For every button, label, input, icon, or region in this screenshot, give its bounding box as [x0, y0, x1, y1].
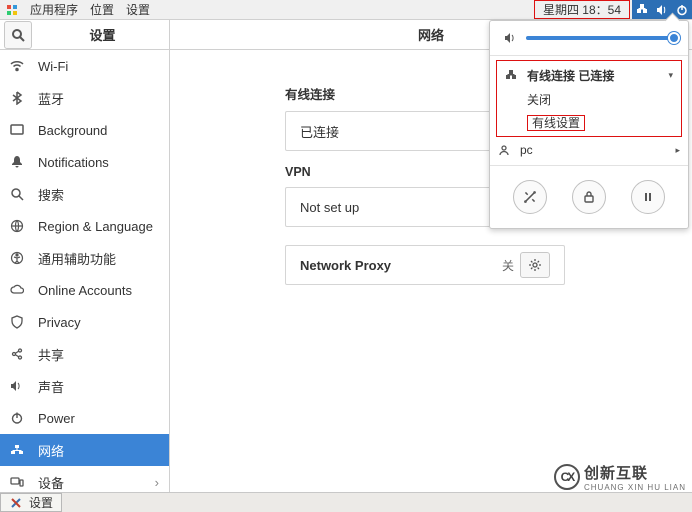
sidebar-item-sharing[interactable]: 共享	[0, 338, 169, 370]
wired-status-text: 已连接	[300, 122, 339, 141]
sidebar-item-label: 网络	[38, 441, 64, 460]
chevron-down-icon: ▾	[668, 70, 673, 81]
system-tray[interactable]	[632, 0, 692, 19]
share-icon	[10, 347, 26, 361]
activities-icon	[4, 2, 20, 18]
taskbar-item-label: 设置	[29, 494, 53, 511]
chevron-right-icon: ▸	[675, 145, 680, 156]
sidebar-item-background[interactable]: Background	[0, 114, 169, 146]
network-proxy-row[interactable]: Network Proxy 关	[285, 245, 565, 285]
user-icon	[498, 144, 512, 156]
globe-icon	[10, 219, 26, 233]
power-action-button[interactable]	[631, 180, 665, 214]
watermark-sub: CHUANG XIN HU LIAN	[584, 483, 686, 492]
taskbar-item-settings[interactable]: 设置	[0, 493, 62, 512]
sidebar-item-devices[interactable]: 设备 ›	[0, 466, 169, 492]
background-icon	[10, 123, 26, 137]
watermark: CX 创新互联 CHUANG XIN HU LIAN	[554, 462, 686, 492]
devices-icon	[10, 475, 26, 489]
popup-actions	[490, 170, 688, 218]
volume-slider[interactable]	[526, 36, 674, 40]
popup-user-row[interactable]: pc ▸	[490, 139, 688, 161]
sidebar-item-notifications[interactable]: Notifications	[0, 146, 169, 178]
system-menu-popup: 有线连接 已连接 ▾ 关闭 有线设置 pc ▸	[489, 20, 689, 229]
sidebar-item-search[interactable]: 搜索	[0, 178, 169, 210]
sidebar-item-label: Background	[38, 123, 107, 138]
accessibility-icon	[10, 251, 26, 265]
sidebar-item-accessibility[interactable]: 通用辅助功能	[0, 242, 169, 274]
menu-places[interactable]: 位置	[84, 1, 120, 18]
sidebar-item-power[interactable]: Power	[0, 402, 169, 434]
popup-user-name: pc	[520, 143, 533, 157]
sidebar-item-online-accounts[interactable]: Online Accounts	[0, 274, 169, 306]
sidebar-item-label: 共享	[38, 345, 64, 364]
privacy-icon	[10, 315, 26, 329]
bottom-taskbar: 设置	[0, 492, 692, 512]
sidebar-item-label: 声音	[38, 377, 64, 396]
sidebar-item-label: Region & Language	[38, 219, 153, 234]
cloud-icon	[10, 283, 26, 297]
top-panel: 应用程序 位置 设置 星期四 18：54	[0, 0, 692, 20]
settings-sidebar: Wi-Fi 蓝牙 Background Notifications 搜索 Reg…	[0, 50, 170, 492]
watermark-main: 创新互联	[584, 462, 686, 483]
watermark-logo: CX	[554, 464, 580, 490]
power-icon	[10, 411, 26, 425]
sidebar-item-region[interactable]: Region & Language	[0, 210, 169, 242]
proxy-off-label: 关	[502, 257, 514, 274]
sidebar-title: 设置	[36, 25, 169, 44]
proxy-settings-button[interactable]	[520, 252, 550, 278]
lock-action-button[interactable]	[572, 180, 606, 214]
sidebar-item-label: Privacy	[38, 315, 81, 330]
sidebar-item-bluetooth[interactable]: 蓝牙	[0, 82, 169, 114]
menu-applications[interactable]: 应用程序	[24, 1, 84, 18]
network-tray-icon[interactable]	[632, 0, 652, 19]
bell-icon	[10, 155, 26, 169]
popup-wired-header[interactable]: 有线连接 已连接 ▾	[497, 63, 681, 88]
menu-settings[interactable]: 设置	[120, 1, 156, 18]
volume-icon	[504, 31, 518, 45]
sidebar-item-label: 设备	[38, 473, 64, 492]
sidebar-item-network[interactable]: 网络	[0, 434, 169, 466]
sidebar-item-label: Wi-Fi	[38, 59, 68, 74]
popup-wired-settings[interactable]: 有线设置	[497, 111, 681, 134]
sound-icon	[10, 379, 26, 393]
volume-row	[490, 21, 688, 51]
settings-action-button[interactable]	[513, 180, 547, 214]
sidebar-item-label: 通用辅助功能	[38, 249, 116, 268]
sidebar-item-label: 蓝牙	[38, 89, 64, 108]
chevron-right-icon: ›	[155, 475, 159, 490]
sidebar-item-sound[interactable]: 声音	[0, 370, 169, 402]
sidebar-item-label: Power	[38, 411, 75, 426]
search-button[interactable]	[4, 21, 32, 49]
sidebar-item-label: Notifications	[38, 155, 109, 170]
wifi-icon	[10, 59, 26, 73]
settings-taskbar-icon	[9, 496, 23, 510]
network-icon	[10, 443, 26, 457]
proxy-label: Network Proxy	[300, 258, 391, 273]
vpn-status-text: Not set up	[300, 200, 359, 215]
sidebar-item-label: 搜索	[38, 185, 64, 204]
sidebar-item-privacy[interactable]: Privacy	[0, 306, 169, 338]
panel-clock[interactable]: 星期四 18：54	[534, 0, 630, 19]
wired-submenu-highlight: 有线连接 已连接 ▾ 关闭 有线设置	[496, 60, 682, 137]
sidebar-item-wifi[interactable]: Wi-Fi	[0, 50, 169, 82]
popup-wired-off[interactable]: 关闭	[497, 88, 681, 111]
sidebar-item-label: Online Accounts	[38, 283, 132, 298]
network-icon	[505, 70, 519, 82]
popup-wired-title: 有线连接 已连接	[527, 67, 614, 84]
bluetooth-icon	[10, 91, 26, 105]
search-icon	[10, 187, 26, 201]
